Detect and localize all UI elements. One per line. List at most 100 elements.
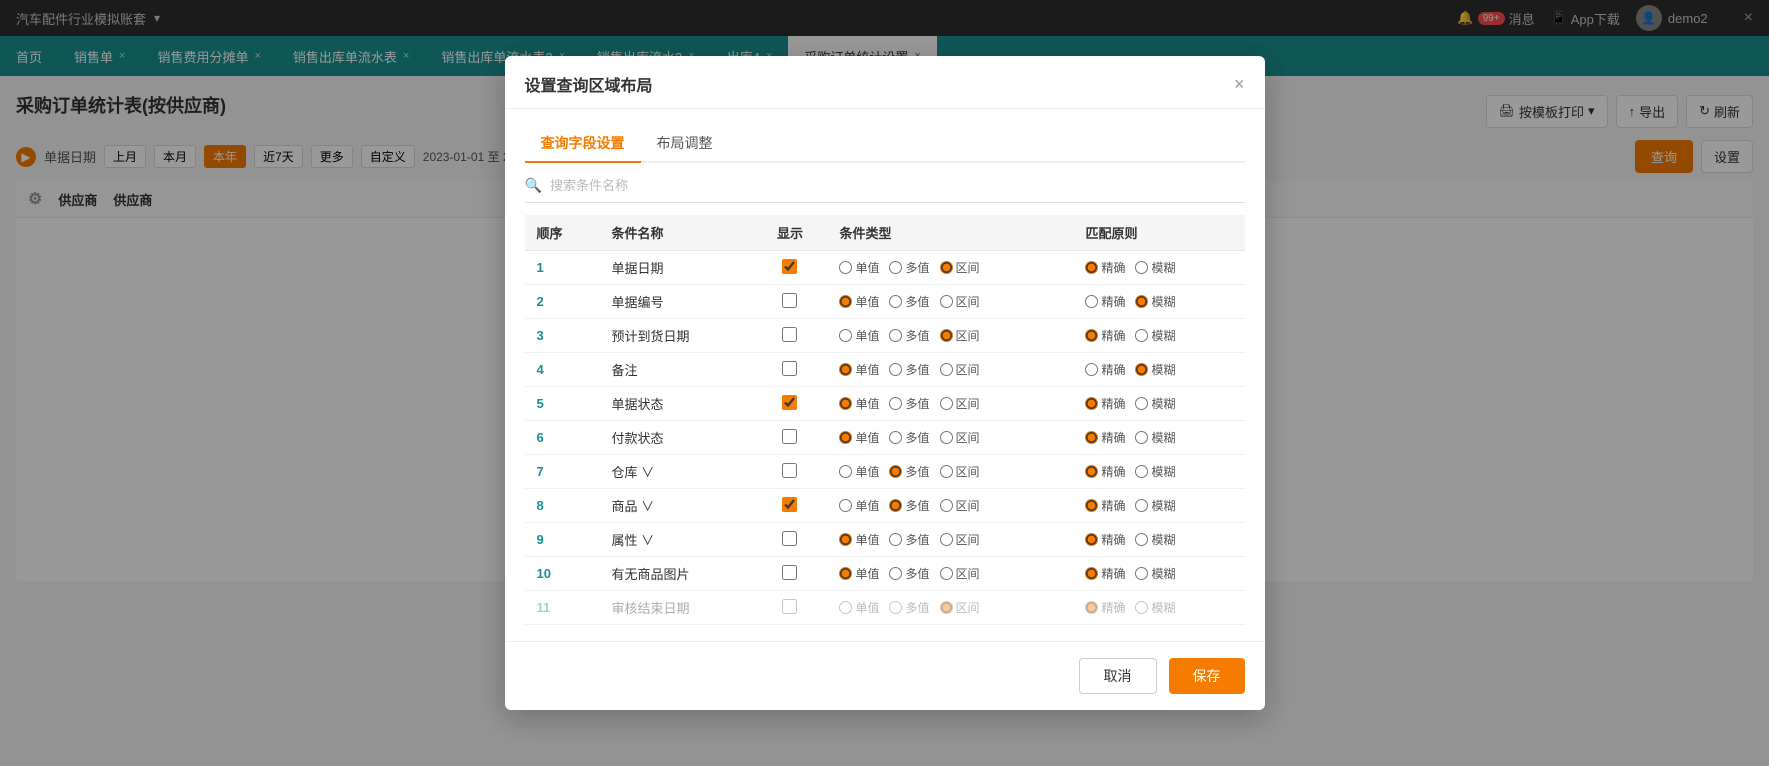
display-checkbox[interactable]	[782, 293, 797, 308]
type-single-label[interactable]: 单值	[839, 463, 879, 480]
match-fuzzy-label[interactable]: 模糊	[1135, 599, 1175, 616]
type-single-label[interactable]: 单值	[839, 327, 879, 344]
type-range-radio[interactable]	[940, 329, 953, 342]
type-single-label[interactable]: 单值	[839, 259, 879, 276]
type-single-label[interactable]: 单值	[839, 429, 879, 446]
match-fuzzy-radio[interactable]	[1135, 329, 1148, 342]
match-fuzzy-radio[interactable]	[1135, 567, 1148, 580]
match-fuzzy-label[interactable]: 模糊	[1135, 259, 1175, 276]
type-range-radio[interactable]	[940, 295, 953, 308]
row-display-checkbox[interactable]	[752, 285, 827, 319]
display-checkbox[interactable]	[782, 599, 797, 614]
row-display-checkbox[interactable]	[752, 353, 827, 387]
row-display-checkbox[interactable]	[752, 421, 827, 455]
match-exact-radio[interactable]	[1085, 431, 1098, 444]
type-single-label[interactable]: 单值	[839, 395, 879, 412]
dialog-tab-fields[interactable]: 查询字段设置	[525, 125, 641, 163]
type-multi-radio[interactable]	[889, 363, 902, 376]
type-single-radio[interactable]	[839, 295, 852, 308]
type-range-radio[interactable]	[940, 567, 953, 580]
match-fuzzy-radio[interactable]	[1135, 431, 1148, 444]
type-multi-radio[interactable]	[889, 465, 902, 478]
type-single-radio[interactable]	[839, 601, 852, 614]
type-multi-label[interactable]: 多值	[889, 293, 929, 310]
match-exact-label[interactable]: 精确	[1085, 429, 1125, 446]
type-single-label[interactable]: 单值	[839, 293, 879, 310]
type-range-label[interactable]: 区间	[940, 565, 980, 582]
type-multi-label[interactable]: 多值	[889, 259, 929, 276]
type-range-radio[interactable]	[940, 465, 953, 478]
type-range-radio[interactable]	[940, 261, 953, 274]
type-multi-label[interactable]: 多值	[889, 599, 929, 616]
display-checkbox[interactable]	[782, 531, 797, 546]
display-checkbox[interactable]	[782, 565, 797, 580]
type-single-radio[interactable]	[839, 397, 852, 410]
match-exact-radio[interactable]	[1085, 363, 1098, 376]
type-range-label[interactable]: 区间	[940, 259, 980, 276]
match-fuzzy-radio[interactable]	[1135, 499, 1148, 512]
match-exact-radio[interactable]	[1085, 465, 1098, 478]
match-exact-label[interactable]: 精确	[1085, 395, 1125, 412]
match-fuzzy-radio[interactable]	[1135, 363, 1148, 376]
match-exact-radio[interactable]	[1085, 295, 1098, 308]
type-range-label[interactable]: 区间	[940, 497, 980, 514]
row-display-checkbox[interactable]	[752, 557, 827, 591]
match-exact-label[interactable]: 精确	[1085, 531, 1125, 548]
row-display-checkbox[interactable]	[752, 319, 827, 353]
type-multi-radio[interactable]	[889, 431, 902, 444]
match-exact-label[interactable]: 精确	[1085, 565, 1125, 582]
display-checkbox[interactable]	[782, 395, 797, 410]
row-display-checkbox[interactable]	[752, 251, 827, 285]
type-range-label[interactable]: 区间	[940, 395, 980, 412]
cancel-button[interactable]: 取消	[1079, 658, 1157, 694]
type-multi-label[interactable]: 多值	[889, 395, 929, 412]
type-multi-radio[interactable]	[889, 601, 902, 614]
match-fuzzy-radio[interactable]	[1135, 533, 1148, 546]
type-multi-label[interactable]: 多值	[889, 531, 929, 548]
match-fuzzy-radio[interactable]	[1135, 397, 1148, 410]
display-checkbox[interactable]	[782, 259, 797, 274]
match-fuzzy-label[interactable]: 模糊	[1135, 395, 1175, 412]
type-range-radio[interactable]	[940, 601, 953, 614]
type-range-radio[interactable]	[940, 499, 953, 512]
match-fuzzy-label[interactable]: 模糊	[1135, 497, 1175, 514]
type-multi-label[interactable]: 多值	[889, 429, 929, 446]
row-display-checkbox[interactable]	[752, 455, 827, 489]
type-single-radio[interactable]	[839, 329, 852, 342]
display-checkbox[interactable]	[782, 497, 797, 512]
type-range-label[interactable]: 区间	[940, 327, 980, 344]
match-exact-label[interactable]: 精确	[1085, 293, 1125, 310]
type-multi-radio[interactable]	[889, 397, 902, 410]
match-fuzzy-label[interactable]: 模糊	[1135, 361, 1175, 378]
row-display-checkbox[interactable]	[752, 387, 827, 421]
dialog-tab-layout[interactable]: 布局调整	[641, 125, 729, 163]
match-exact-radio[interactable]	[1085, 329, 1098, 342]
type-single-label[interactable]: 单值	[839, 361, 879, 378]
match-exact-label[interactable]: 精确	[1085, 259, 1125, 276]
type-multi-label[interactable]: 多值	[889, 327, 929, 344]
match-fuzzy-label[interactable]: 模糊	[1135, 429, 1175, 446]
type-single-radio[interactable]	[839, 499, 852, 512]
match-exact-label[interactable]: 精确	[1085, 497, 1125, 514]
match-exact-label[interactable]: 精确	[1085, 327, 1125, 344]
display-checkbox[interactable]	[782, 463, 797, 478]
match-fuzzy-label[interactable]: 模糊	[1135, 293, 1175, 310]
type-single-radio[interactable]	[839, 261, 852, 274]
match-exact-label[interactable]: 精确	[1085, 599, 1125, 616]
type-range-radio[interactable]	[940, 397, 953, 410]
match-exact-radio[interactable]	[1085, 261, 1098, 274]
type-multi-radio[interactable]	[889, 329, 902, 342]
match-fuzzy-label[interactable]: 模糊	[1135, 327, 1175, 344]
type-single-radio[interactable]	[839, 533, 852, 546]
type-single-radio[interactable]	[839, 431, 852, 444]
type-range-label[interactable]: 区间	[940, 531, 980, 548]
type-multi-radio[interactable]	[889, 533, 902, 546]
type-range-label[interactable]: 区间	[940, 361, 980, 378]
type-single-radio[interactable]	[839, 363, 852, 376]
match-exact-label[interactable]: 精确	[1085, 463, 1125, 480]
match-exact-radio[interactable]	[1085, 499, 1098, 512]
save-button[interactable]: 保存	[1169, 658, 1245, 694]
type-range-label[interactable]: 区间	[940, 599, 980, 616]
dialog-close-button[interactable]: ×	[1234, 74, 1245, 95]
type-range-label[interactable]: 区间	[940, 463, 980, 480]
